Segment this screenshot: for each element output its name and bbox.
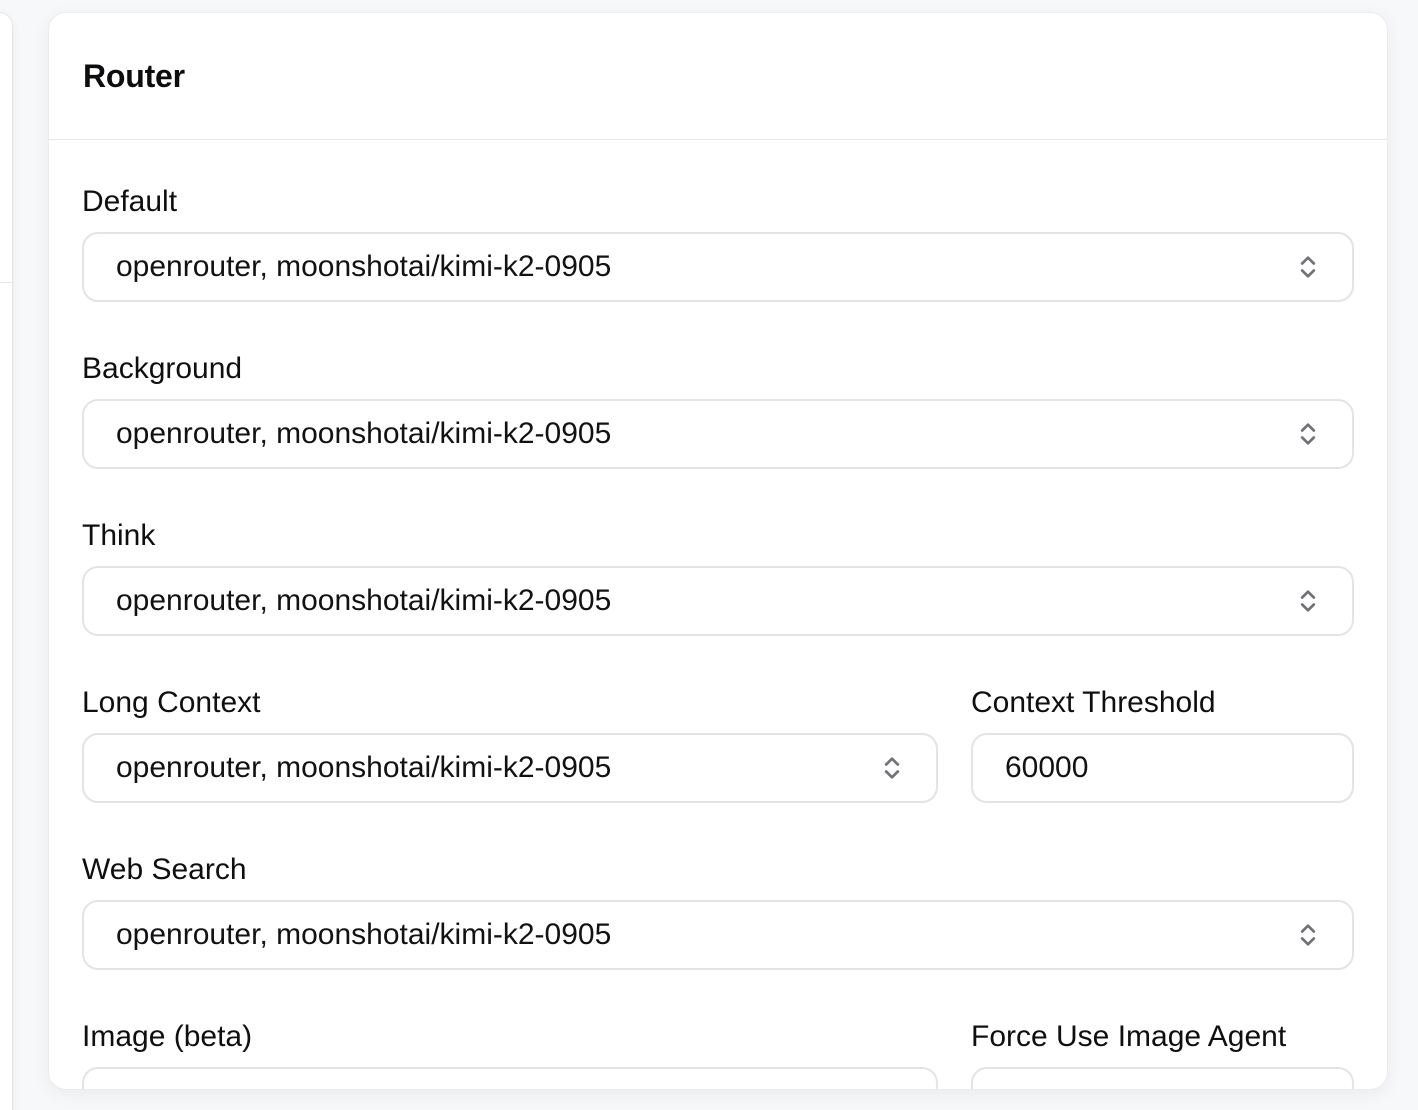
chevrons-up-down-icon [1294, 420, 1322, 448]
image-label: Image (beta) [82, 1020, 253, 1053]
context-threshold-input[interactable] [971, 733, 1354, 803]
chevrons-up-down-icon [1294, 253, 1322, 281]
chevrons-up-down-icon [878, 1088, 906, 1089]
background-label: Background [82, 352, 243, 385]
field-context-threshold: Context Threshold [971, 684, 1354, 803]
router-card-body: Default openrouter, moonshotai/kimi-k2-0… [49, 140, 1387, 1089]
chevrons-up-down-icon [878, 754, 906, 782]
default-model-select[interactable]: openrouter, moonshotai/kimi-k2-0905 [82, 232, 1354, 302]
page-title: Router [83, 57, 185, 94]
web-search-model-select-value: openrouter, moonshotai/kimi-k2-0905 [116, 918, 612, 951]
think-model-select-value: openrouter, moonshotai/kimi-k2-0905 [116, 584, 612, 617]
background-model-select-value: openrouter, moonshotai/kimi-k2-0905 [116, 417, 612, 450]
field-force-image-agent: Force Use Image Agent [971, 1018, 1354, 1089]
field-default: Default openrouter, moonshotai/kimi-k2-0… [82, 183, 1354, 302]
adjacent-panel-edge [0, 12, 13, 1110]
router-card-header: Router [49, 13, 1387, 140]
web-search-model-select[interactable]: openrouter, moonshotai/kimi-k2-0905 [82, 900, 1354, 970]
background-model-select[interactable]: openrouter, moonshotai/kimi-k2-0905 [82, 399, 1354, 469]
field-web-search: Web Search openrouter, moonshotai/kimi-k… [82, 851, 1354, 970]
think-model-select[interactable]: openrouter, moonshotai/kimi-k2-0905 [82, 566, 1354, 636]
long-context-model-select[interactable]: openrouter, moonshotai/kimi-k2-0905 [82, 733, 938, 803]
long-context-model-select-value: openrouter, moonshotai/kimi-k2-0905 [116, 751, 612, 784]
image-model-select[interactable] [82, 1067, 938, 1089]
web-search-label: Web Search [82, 853, 247, 886]
field-row-long-context: Long Context openrouter, moonshotai/kimi… [82, 684, 1354, 803]
router-card: Router Default openrouter, moonshotai/ki… [48, 12, 1388, 1090]
chevrons-up-down-icon [1294, 921, 1322, 949]
think-label: Think [82, 519, 156, 552]
field-row-image: Image (beta) Force Use Image Agent [82, 1018, 1354, 1089]
field-long-context: Long Context openrouter, moonshotai/kimi… [82, 684, 938, 803]
default-model-select-value: openrouter, moonshotai/kimi-k2-0905 [116, 250, 612, 283]
adjacent-panel-divider [0, 282, 12, 283]
force-image-agent-label: Force Use Image Agent [971, 1020, 1287, 1053]
force-image-agent-input[interactable] [971, 1067, 1354, 1089]
field-think: Think openrouter, moonshotai/kimi-k2-090… [82, 517, 1354, 636]
context-threshold-label: Context Threshold [971, 686, 1216, 719]
default-label: Default [82, 185, 178, 218]
settings-page: { "card": { "title": "Router", "fields":… [0, 0, 1418, 1110]
field-image: Image (beta) [82, 1018, 938, 1089]
field-background: Background openrouter, moonshotai/kimi-k… [82, 350, 1354, 469]
chevrons-up-down-icon [1294, 587, 1322, 615]
long-context-label: Long Context [82, 686, 261, 719]
